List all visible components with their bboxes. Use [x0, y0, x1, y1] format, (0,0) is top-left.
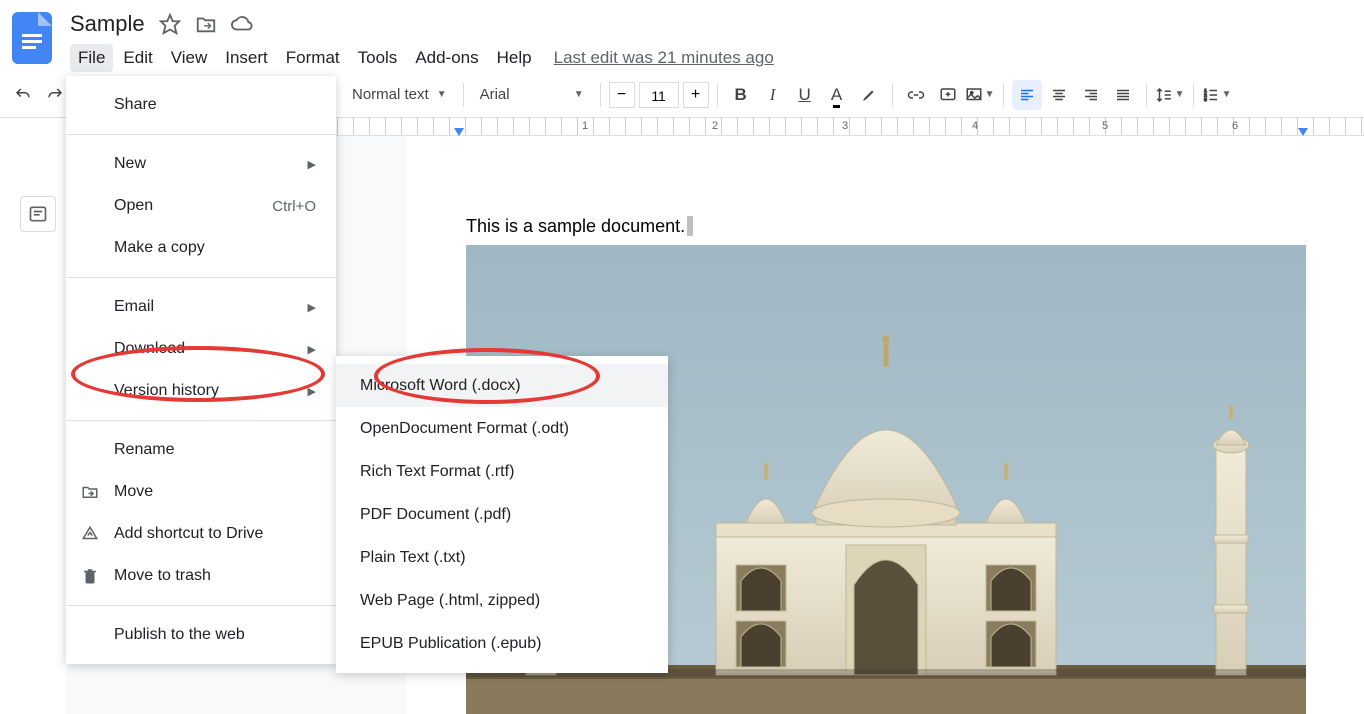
outline-toggle-button[interactable]: [20, 196, 56, 232]
star-icon[interactable]: [159, 13, 181, 35]
file-dropdown-menu: Share New▶ OpenCtrl+O Make a copy Email▶…: [66, 76, 336, 664]
text-color-button[interactable]: A: [822, 80, 852, 110]
menu-edit[interactable]: Edit: [115, 44, 160, 72]
menu-view[interactable]: View: [163, 44, 216, 72]
menu-item-open[interactable]: OpenCtrl+O: [66, 185, 336, 227]
submenu-arrow-icon: ▶: [308, 158, 316, 171]
submenu-item-docx[interactable]: Microsoft Word (.docx): [336, 364, 668, 407]
font-label: Arial: [480, 86, 510, 103]
ruler-right-marker[interactable]: [1298, 128, 1308, 136]
menu-item-add-shortcut[interactable]: Add shortcut to Drive: [66, 513, 336, 555]
menu-format[interactable]: Format: [278, 44, 348, 72]
menu-item-make-copy[interactable]: Make a copy: [66, 227, 336, 269]
submenu-item-epub[interactable]: EPUB Publication (.epub): [336, 622, 668, 665]
align-center-button[interactable]: [1044, 80, 1074, 110]
download-submenu: Microsoft Word (.docx) OpenDocument Form…: [336, 356, 668, 673]
submenu-arrow-icon: ▶: [308, 301, 316, 314]
menu-help[interactable]: Help: [489, 44, 540, 72]
undo-button[interactable]: [8, 80, 38, 110]
submenu-item-rtf[interactable]: Rich Text Format (.rtf): [336, 450, 668, 493]
shortcut-label: Ctrl+O: [272, 198, 316, 215]
drive-shortcut-icon: [80, 524, 100, 544]
submenu-arrow-icon: ▶: [308, 343, 316, 356]
menu-item-new[interactable]: New▶: [66, 143, 336, 185]
trash-icon: [80, 566, 100, 586]
menu-item-rename[interactable]: Rename: [66, 429, 336, 471]
font-size-increase[interactable]: +: [683, 82, 709, 108]
docs-logo[interactable]: [12, 12, 52, 64]
last-edit-link[interactable]: Last edit was 21 minutes ago: [554, 48, 774, 68]
svg-text:3: 3: [1204, 97, 1207, 102]
paragraph-style-label: Normal text: [352, 86, 429, 103]
menu-item-version-history[interactable]: Version history▶: [66, 370, 336, 412]
chevron-down-icon: ▼: [574, 89, 584, 100]
menu-addons[interactable]: Add-ons: [407, 44, 486, 72]
cloud-saved-icon[interactable]: [231, 13, 253, 35]
folder-move-icon: [80, 482, 100, 502]
align-left-button[interactable]: [1012, 80, 1042, 110]
underline-button[interactable]: U: [790, 80, 820, 110]
insert-link-button[interactable]: [901, 80, 931, 110]
doc-title[interactable]: Sample: [70, 11, 145, 37]
bold-button[interactable]: B: [726, 80, 756, 110]
font-select[interactable]: Arial ▼: [472, 80, 592, 110]
submenu-item-txt[interactable]: Plain Text (.txt): [336, 536, 668, 579]
align-right-button[interactable]: [1076, 80, 1106, 110]
submenu-item-html[interactable]: Web Page (.html, zipped): [336, 579, 668, 622]
italic-button[interactable]: I: [758, 80, 788, 110]
submenu-arrow-icon: ▶: [308, 385, 316, 398]
body-text[interactable]: This is a sample document.: [466, 216, 1306, 237]
ruler-indent-marker[interactable]: [454, 128, 464, 136]
submenu-item-odt[interactable]: OpenDocument Format (.odt): [336, 407, 668, 450]
chevron-down-icon: ▼: [985, 89, 995, 100]
menu-item-download[interactable]: Download▶: [66, 328, 336, 370]
menu-item-publish[interactable]: Publish to the web: [66, 614, 336, 656]
text-cursor: [687, 216, 693, 236]
font-size-decrease[interactable]: −: [609, 82, 635, 108]
menu-item-move-trash[interactable]: Move to trash: [66, 555, 336, 597]
menu-insert[interactable]: Insert: [217, 44, 276, 72]
numbered-list-button[interactable]: 123▼: [1202, 80, 1232, 110]
menu-item-share[interactable]: Share: [66, 84, 336, 126]
move-folder-icon[interactable]: [195, 13, 217, 35]
font-size-value[interactable]: 11: [639, 82, 679, 108]
menu-item-email[interactable]: Email▶: [66, 286, 336, 328]
submenu-item-pdf[interactable]: PDF Document (.pdf): [336, 493, 668, 536]
insert-comment-button[interactable]: [933, 80, 963, 110]
chevron-down-icon: ▼: [1175, 89, 1185, 100]
menu-tools[interactable]: Tools: [350, 44, 406, 72]
chevron-down-icon: ▼: [437, 89, 447, 100]
highlight-button[interactable]: [854, 80, 884, 110]
menubar: File Edit View Insert Format Tools Add-o…: [70, 44, 1364, 72]
menu-item-move[interactable]: Move: [66, 471, 336, 513]
insert-image-button[interactable]: ▼: [965, 80, 995, 110]
line-spacing-button[interactable]: ▼: [1155, 80, 1185, 110]
font-size-stepper: − 11 +: [609, 82, 709, 108]
chevron-down-icon: ▼: [1222, 89, 1232, 100]
paragraph-style-select[interactable]: Normal text ▼: [344, 80, 455, 110]
align-justify-button[interactable]: [1108, 80, 1138, 110]
menu-file[interactable]: File: [70, 44, 113, 72]
